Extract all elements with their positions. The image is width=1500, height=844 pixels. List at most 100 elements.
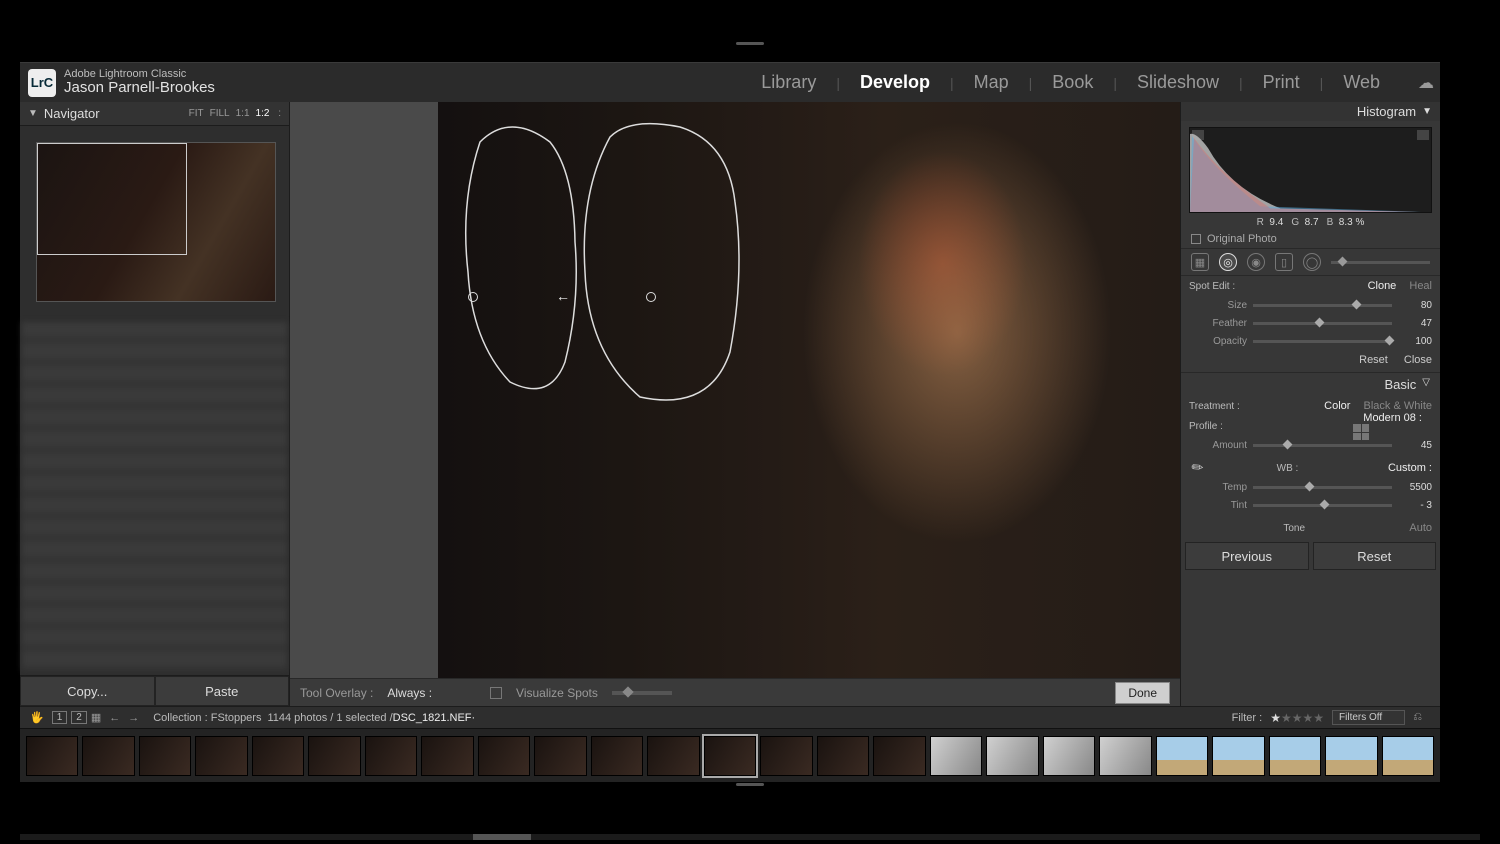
module-web[interactable]: Web	[1343, 72, 1380, 93]
filmstrip-thumb[interactable]	[1269, 736, 1321, 776]
graduated-filter-icon[interactable]: ▯	[1275, 253, 1293, 271]
sync-status-icon[interactable]: ☁	[1418, 73, 1434, 93]
module-library[interactable]: Library	[761, 72, 816, 93]
histogram[interactable]	[1189, 127, 1432, 213]
opacity-slider[interactable]	[1253, 340, 1392, 343]
filmstrip-thumb[interactable]	[1099, 736, 1151, 776]
size-value[interactable]: 80	[1398, 300, 1432, 311]
filmstrip-thumb[interactable]	[1325, 736, 1377, 776]
spot-dest-pin[interactable]	[646, 292, 656, 302]
filmstrip-thumb[interactable]	[817, 736, 869, 776]
wb-eyedropper-icon[interactable]: ✎	[1185, 455, 1210, 480]
size-slider[interactable]	[1253, 304, 1392, 307]
mode-clone[interactable]: Clone	[1368, 280, 1397, 292]
module-develop[interactable]: Develop	[860, 72, 930, 93]
profile-browser-icon[interactable]	[1343, 424, 1432, 440]
filmstrip-thumb[interactable]	[478, 736, 530, 776]
histogram-header[interactable]: Histogram▼	[1181, 102, 1440, 121]
navigator-panel-header[interactable]: ▼ Navigator FITFILL1:11:2 :	[20, 102, 289, 126]
filter-lock-icon[interactable]: ⎌	[1413, 711, 1422, 724]
done-button[interactable]: Done	[1115, 682, 1170, 704]
module-separator: |	[1113, 75, 1117, 91]
previous-button[interactable]: Previous	[1185, 542, 1309, 570]
tint-slider[interactable]	[1253, 504, 1392, 507]
rgb-readout: R 9.4 G 8.7 B 8.3 %	[1181, 215, 1440, 230]
nav-fwd-icon[interactable]: →	[128, 712, 139, 724]
filmstrip-thumb[interactable]	[647, 736, 699, 776]
reset-button[interactable]: Reset	[1313, 542, 1437, 570]
disclosure-icon: ▼	[28, 108, 38, 119]
spot-dest-outline[interactable]	[560, 102, 880, 422]
tool-overlay-value[interactable]: Always :	[387, 686, 432, 700]
spot-reset-button[interactable]: Reset	[1359, 354, 1388, 366]
filmstrip-thumb[interactable]	[986, 736, 1038, 776]
original-photo-toggle[interactable]: Original Photo	[1181, 230, 1440, 248]
spot-removal-tool-icon[interactable]: ◎	[1219, 253, 1237, 271]
filters-off-dropdown[interactable]: Filters Off	[1332, 710, 1405, 725]
navigator-thumbnail[interactable]	[36, 142, 276, 302]
filmstrip-thumb[interactable]	[1382, 736, 1434, 776]
filmstrip-scrollbar[interactable]	[20, 834, 1480, 840]
filmstrip-thumb[interactable]	[252, 736, 304, 776]
navigator-view-rect[interactable]	[37, 143, 187, 255]
filmstrip-thumb[interactable]	[760, 736, 812, 776]
treatment-color[interactable]: Color	[1324, 400, 1350, 412]
source-label[interactable]: Collection : FStoppers	[153, 712, 261, 724]
brush-amount-slider[interactable]	[1331, 261, 1430, 264]
filmstrip-thumb[interactable]	[1156, 736, 1208, 776]
zoom-fill[interactable]: FILL	[210, 108, 230, 119]
feather-slider[interactable]	[1253, 322, 1392, 325]
filmstrip-thumb[interactable]	[365, 736, 417, 776]
module-slideshow[interactable]: Slideshow	[1137, 72, 1219, 93]
spot-source-pin[interactable]	[468, 292, 478, 302]
profile-amount-value[interactable]: 45	[1398, 440, 1432, 451]
temp-value[interactable]: 5500	[1398, 482, 1432, 493]
zoom-1-2[interactable]: 1:2	[256, 108, 270, 119]
grid-view-icon[interactable]: ▦	[91, 711, 101, 724]
radial-filter-icon[interactable]: ◯	[1303, 253, 1321, 271]
filmstrip-thumb[interactable]	[591, 736, 643, 776]
module-book[interactable]: Book	[1052, 72, 1093, 93]
copy-settings-button[interactable]: Copy...	[20, 676, 155, 706]
profile-picker[interactable]: Modern 08 :	[1353, 412, 1422, 424]
window-1-badge[interactable]: 1	[52, 711, 68, 724]
paste-settings-button[interactable]: Paste	[155, 676, 290, 706]
spot-close-button[interactable]: Close	[1404, 354, 1432, 366]
filmstrip-thumb[interactable]	[930, 736, 982, 776]
filmstrip-thumb[interactable]	[308, 736, 360, 776]
photo-canvas[interactable]: ←	[290, 102, 1180, 678]
feather-value[interactable]: 47	[1398, 318, 1432, 329]
filmstrip-thumb[interactable]	[1212, 736, 1264, 776]
filmstrip-thumb[interactable]	[139, 736, 191, 776]
zoom-1-1[interactable]: 1:1	[236, 108, 250, 119]
treatment-bw[interactable]: Black & White	[1364, 400, 1432, 412]
filmstrip-thumb[interactable]	[704, 736, 756, 776]
basic-panel-header[interactable]: Basic▽	[1181, 373, 1440, 396]
filmstrip-thumb[interactable]	[534, 736, 586, 776]
opacity-value[interactable]: 100	[1398, 336, 1432, 347]
module-map[interactable]: Map	[974, 72, 1009, 93]
tone-auto-button[interactable]: Auto	[1409, 522, 1432, 534]
filmstrip-thumb[interactable]	[421, 736, 473, 776]
wb-preset[interactable]: Custom :	[1378, 462, 1432, 474]
second-monitor-icon[interactable]: 🖐	[30, 711, 44, 724]
filmstrip-thumb[interactable]	[82, 736, 134, 776]
rating-filter[interactable]: ★★★★★	[1270, 711, 1324, 725]
profile-amount-slider[interactable]	[1253, 444, 1392, 447]
visualize-spots-checkbox[interactable]	[490, 687, 502, 699]
nav-back-icon[interactable]: ←	[109, 712, 120, 724]
filmstrip[interactable]	[20, 728, 1440, 782]
tint-value[interactable]: - 3	[1398, 500, 1432, 511]
filmstrip-thumb[interactable]	[195, 736, 247, 776]
temp-slider[interactable]	[1253, 486, 1392, 489]
mode-heal[interactable]: Heal	[1409, 280, 1432, 292]
window-2-badge[interactable]: 2	[71, 711, 87, 724]
module-print[interactable]: Print	[1263, 72, 1300, 93]
filmstrip-thumb[interactable]	[873, 736, 925, 776]
redeye-tool-icon[interactable]: ◉	[1247, 253, 1265, 271]
visualize-spots-slider[interactable]	[612, 691, 672, 695]
filmstrip-thumb[interactable]	[1043, 736, 1095, 776]
crop-tool-icon[interactable]: ▦	[1191, 253, 1209, 271]
zoom-fit[interactable]: FIT	[189, 108, 204, 119]
filmstrip-thumb[interactable]	[26, 736, 78, 776]
